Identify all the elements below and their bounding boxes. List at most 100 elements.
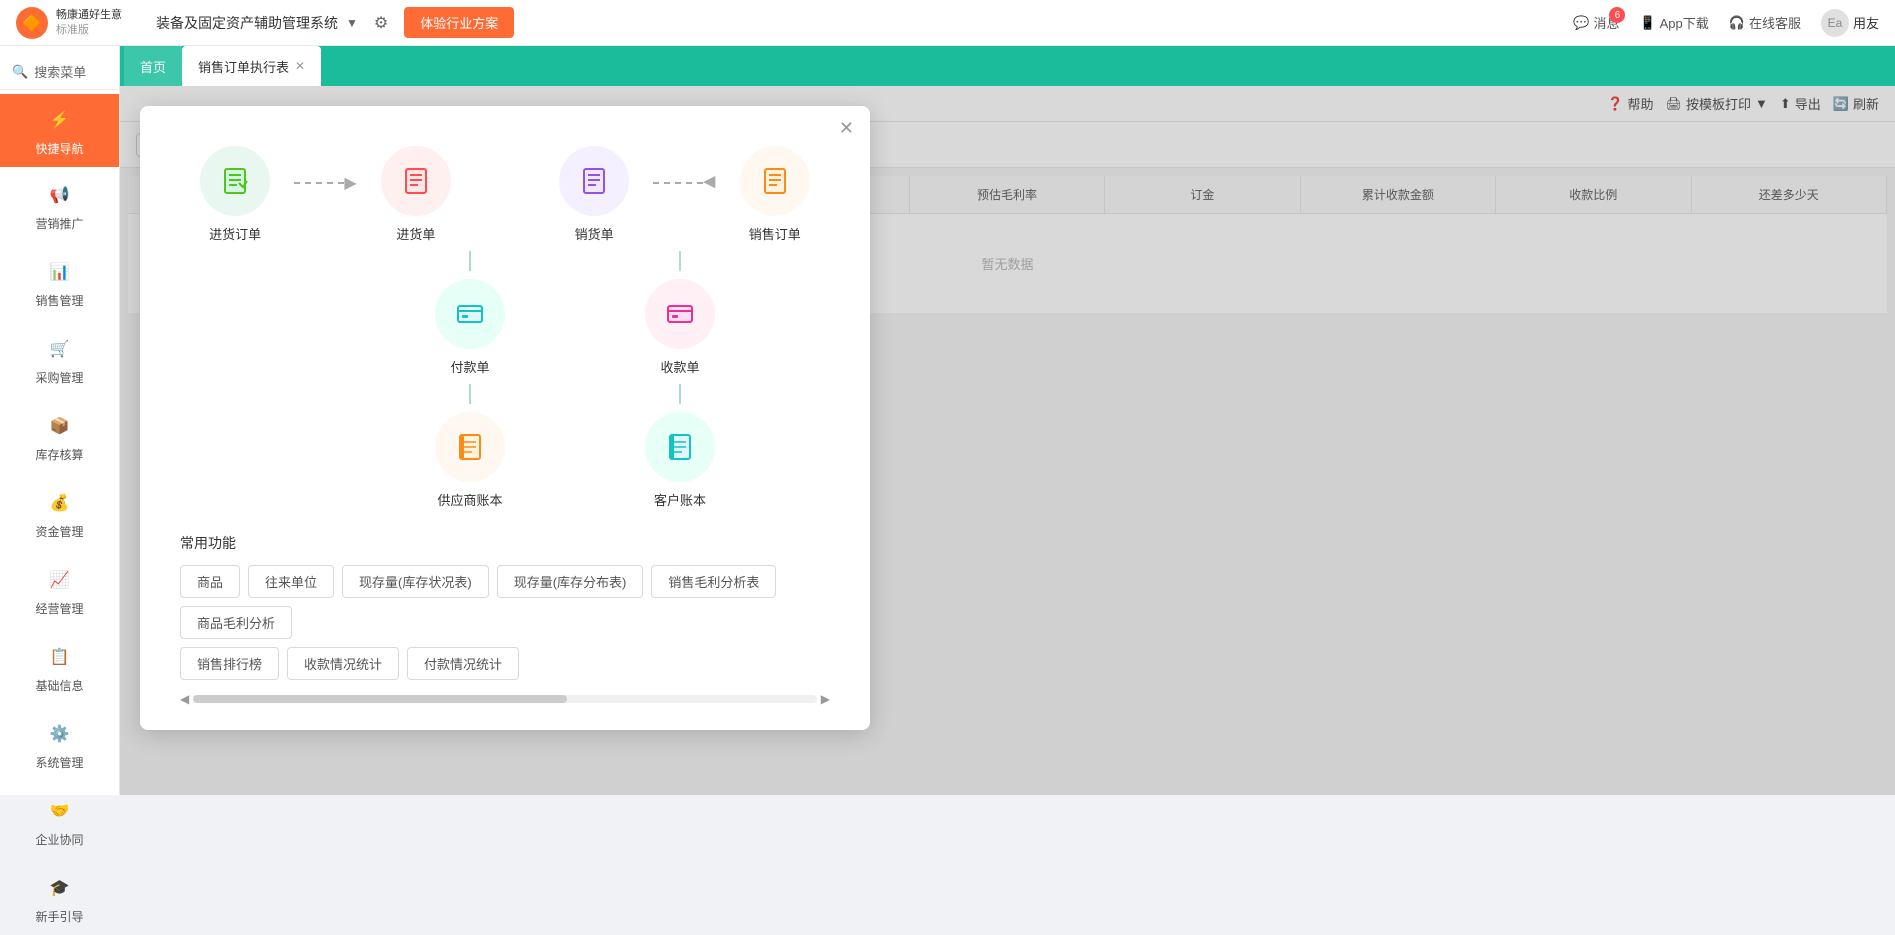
operations-icon: 📈 <box>44 564 76 596</box>
func-buttons-row2: 销售排行榜 收款情况统计 付款情况统计 <box>180 647 830 680</box>
sidebar-item-purchase[interactable]: 🛒 采购管理 <box>6 323 113 396</box>
scrollbar-thumb <box>193 695 567 703</box>
sidebar-item-system[interactable]: ⚙️ 系统管理 <box>6 708 113 781</box>
sidebar-search[interactable]: 🔍 搜索菜单 <box>0 54 119 90</box>
flow-node-supplier-ledger: 供应商账本 <box>405 412 535 509</box>
purchase-order-label: 进货订单 <box>209 224 261 243</box>
flow-node-receipt: 收款单 <box>615 279 745 376</box>
sidebar-item-enterprise[interactable]: 🤝 企业协同 <box>6 785 113 858</box>
flow-diagram: 进货订单 ▶ 进 <box>180 138 830 517</box>
modal-scrollbar: ◀ ▶ <box>180 692 830 706</box>
func-btn-sales-profit[interactable]: 销售毛利分析表 <box>651 565 776 598</box>
user-area[interactable]: Ea 用友 <box>1821 9 1879 37</box>
marketing-icon: 📢 <box>44 179 76 211</box>
flow-node-payment: 付款单 <box>405 279 535 376</box>
receipt-label: 收款单 <box>660 357 699 376</box>
inventory-icon: 📦 <box>44 410 76 442</box>
purchase-circle[interactable] <box>381 146 451 216</box>
sidebar-item-newbie[interactable]: 🎓 新手引导 <box>6 862 113 935</box>
app-download-btn[interactable]: 📱 App下载 <box>1639 13 1708 32</box>
tab-home[interactable]: 首页 <box>124 46 182 86</box>
sales-order-label: 销售订单 <box>749 224 801 243</box>
sales-label: 销售管理 <box>35 292 83 309</box>
purchase-icon: 🛒 <box>44 333 76 365</box>
download-icon: 📱 <box>1639 15 1655 31</box>
scroll-right-btn[interactable]: ▶ <box>821 692 830 706</box>
message-btn[interactable]: 💬 消息 6 <box>1573 13 1619 32</box>
supplier-ledger-label: 供应商账本 <box>437 490 502 509</box>
receipt-circle[interactable] <box>645 279 715 349</box>
sidebar-item-sales[interactable]: 📊 销售管理 <box>6 246 113 319</box>
sidebar-item-marketing[interactable]: 📢 营销推广 <box>6 169 113 242</box>
flow-row-1: 进货订单 ▶ 进 <box>180 138 830 251</box>
quicknav-label: 快捷导航 <box>35 140 83 157</box>
modal-close-btn[interactable]: ✕ <box>839 118 854 139</box>
logo-icon: 🔶 <box>16 7 48 39</box>
header-right: 💬 消息 6 📱 App下载 🎧 在线客服 Ea 用友 <box>1573 9 1879 37</box>
flow-row-arrows <box>180 251 830 271</box>
sales-order-tab-label: 销售订单执行表 <box>198 57 289 76</box>
sidebar-item-quicknav[interactable]: ⚡ 快捷导航 <box>0 94 119 167</box>
sale-label: 销货单 <box>575 224 614 243</box>
flow-row-3: 供应商账本 客户账本 <box>180 404 830 517</box>
operations-label: 经营管理 <box>35 600 83 617</box>
sales-order-circle[interactable] <box>740 146 810 216</box>
payment-label: 付款单 <box>450 357 489 376</box>
modal-overlay: ✕ 进货订单 <box>120 86 1895 795</box>
service-icon: 🎧 <box>1729 15 1745 31</box>
scrollbar-track[interactable] <box>193 695 817 703</box>
func-btn-payment-stat[interactable]: 付款情况统计 <box>407 647 519 680</box>
sale-circle[interactable] <box>559 146 629 216</box>
sidebar-item-operations[interactable]: 📈 经营管理 <box>6 554 113 627</box>
settings-icon[interactable]: ⚙ <box>374 13 388 33</box>
down-arrow-sale <box>615 251 745 271</box>
tab-close-btn[interactable]: ✕ <box>295 59 305 73</box>
func-btn-stock-dist[interactable]: 现存量(库存分布表) <box>497 565 644 598</box>
purchase-order-circle[interactable] <box>200 146 270 216</box>
system-dropdown-btn[interactable]: ▼ <box>346 16 358 30</box>
flow-node-purchase-order: 进货订单 <box>180 146 290 243</box>
flow-node-sale: 销货单 <box>539 146 649 243</box>
func-btn-goods[interactable]: 商品 <box>180 565 240 598</box>
payment-circle[interactable] <box>435 279 505 349</box>
content-area: 首页 销售订单执行表 ✕ ❓ 帮助 🖨 按模板打印 ▼ <box>120 46 1895 795</box>
newbie-icon: 🎓 <box>44 872 76 904</box>
system-title-area: 装备及固定资产辅助管理系统 ▼ ⚙ <box>136 13 388 33</box>
purchase-label: 采购管理 <box>35 369 83 386</box>
func-btn-goods-profit[interactable]: 商品毛利分析 <box>180 606 292 639</box>
sidebar-item-inventory[interactable]: 📦 库存核算 <box>6 400 113 473</box>
spacer2-mid <box>535 384 615 404</box>
spacer-left <box>180 251 310 271</box>
purchase-label: 进货单 <box>396 224 435 243</box>
func-btn-receipt-stat[interactable]: 收款情况统计 <box>287 647 399 680</box>
spacer2-arrow <box>345 384 405 404</box>
main-layout: 🔍 搜索菜单 ⚡ 快捷导航 📢 营销推广 📊 销售管理 🛒 采购管理 📦 库存核… <box>0 46 1895 795</box>
marketing-label: 营销推广 <box>35 215 83 232</box>
flow-row-2: 付款单 收款单 <box>180 271 830 384</box>
basic-info-label: 基础信息 <box>35 677 83 694</box>
page-content: ❓ 帮助 🖨 按模板打印 ▼ ⬆ 导出 🔄 刷新 <box>120 86 1895 795</box>
app-download-label: App下载 <box>1660 13 1709 32</box>
arrow-2: ▶ <box>653 173 715 193</box>
system-label: 系统管理 <box>35 754 83 771</box>
basic-info-icon: 📋 <box>44 641 76 673</box>
enterprise-label: 企业协同 <box>35 831 83 848</box>
func-btn-contacts[interactable]: 往来单位 <box>248 565 334 598</box>
scroll-left-btn[interactable]: ◀ <box>180 692 189 706</box>
tab-sales-order[interactable]: 销售订单执行表 ✕ <box>182 46 321 86</box>
down-arrow-payment <box>405 384 535 404</box>
sidebar-item-basic-info[interactable]: 📋 基础信息 <box>6 631 113 704</box>
newbie-label: 新手引导 <box>35 908 83 925</box>
supplier-ledger-circle[interactable] <box>435 412 505 482</box>
online-service-btn[interactable]: 🎧 在线客服 <box>1729 13 1801 32</box>
trial-btn[interactable]: 体验行业方案 <box>404 7 514 38</box>
func-btn-stock-status[interactable]: 现存量(库存状况表) <box>342 565 489 598</box>
tab-bar: 首页 销售订单执行表 ✕ <box>120 46 1895 86</box>
message-badge: 6 <box>1609 7 1625 23</box>
customer-ledger-circle[interactable] <box>645 412 715 482</box>
sidebar-item-finance[interactable]: 💰 资金管理 <box>6 477 113 550</box>
spacer2-left <box>180 384 310 404</box>
online-service-label: 在线客服 <box>1749 13 1801 32</box>
system-icon: ⚙️ <box>44 718 76 750</box>
func-btn-sales-rank[interactable]: 销售排行榜 <box>180 647 279 680</box>
